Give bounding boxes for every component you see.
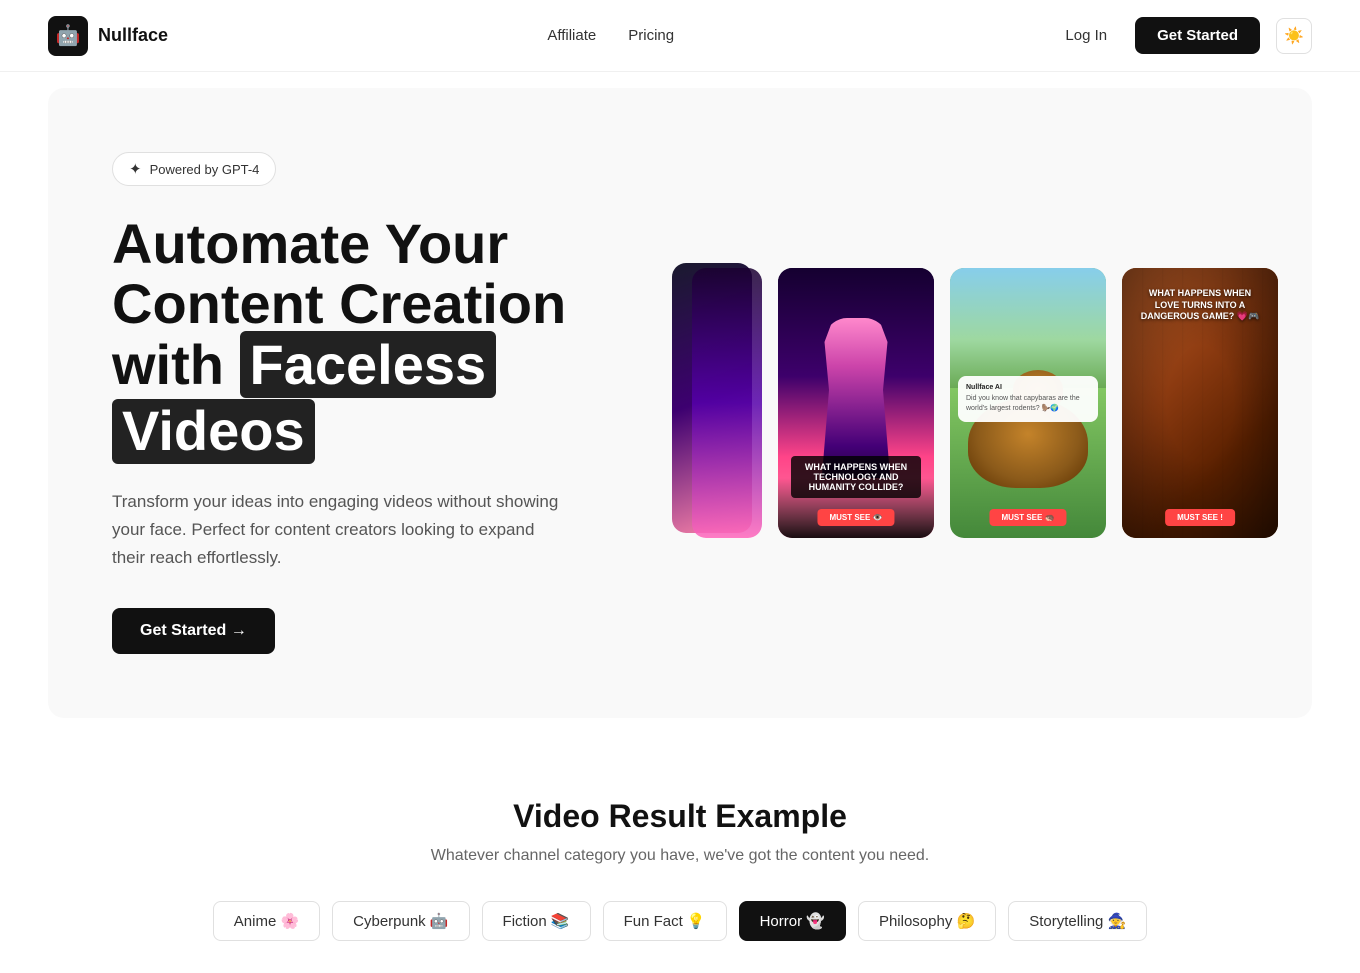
powered-badge: ✦ Powered by GPT-4 xyxy=(112,152,276,186)
tweet-handle: Nullface AI xyxy=(966,384,1090,391)
get-started-nav-button[interactable]: Get Started xyxy=(1135,17,1260,54)
card-cyberpunk-caption: WHAT HAPPENS WHEN TECHNOLOGY AND HUMANIT… xyxy=(791,456,921,498)
navbar: 🤖 Nullface Affiliate Pricing Log In Get … xyxy=(0,0,1360,72)
video-card-romance: WHAT HAPPENS WHEN LOVE TURNS INTO A DANG… xyxy=(1122,268,1278,538)
nav-actions: Log In Get Started ☀️ xyxy=(1053,17,1312,54)
hero-left: ✦ Powered by GPT-4 Automate Your Content… xyxy=(112,152,652,654)
tweet-text: Did you know that capybaras are the worl… xyxy=(966,394,1090,414)
category-tabs: Anime 🌸 Cyberpunk 🤖 Fiction 📚 Fun Fact 💡 Hor… xyxy=(48,901,1312,941)
categories-title: Video Result Example xyxy=(48,798,1312,835)
card-romance-caption: WHAT HAPPENS WHEN LOVE TURNS INTO A DANG… xyxy=(1130,288,1270,323)
hero-video-cards: WHAT HAPPENS WHEN TECHNOLOGY AND HUMANIT… xyxy=(692,263,1278,543)
nav-link-pricing[interactable]: Pricing xyxy=(628,27,674,44)
card-romance-must-see: MUST SEE ! xyxy=(1165,509,1235,526)
hero-title: Automate Your Content Creation with Face… xyxy=(112,214,652,464)
login-button[interactable]: Log In xyxy=(1053,19,1119,52)
category-tab-horror[interactable]: Horror 👻 xyxy=(739,901,846,941)
category-tab-philosophy[interactable]: Philosophy 🤔 xyxy=(858,901,996,941)
category-tab-cyberpunk[interactable]: Cyberpunk 🤖 xyxy=(332,901,469,941)
card-capybara-must-see: MUST SEE 🦔 xyxy=(989,509,1066,526)
video-card-capybara: Nullface AI Did you know that capybaras … xyxy=(950,268,1106,538)
categories-desc: Whatever channel category you have, we'v… xyxy=(48,847,1312,865)
theme-toggle-button[interactable]: ☀️ xyxy=(1276,18,1312,54)
card-tweet: Nullface AI Did you know that capybaras … xyxy=(958,376,1098,422)
card-cyberpunk-must-see: MUST SEE 👁️ xyxy=(817,509,894,526)
hero-cta-button[interactable]: Get Started → xyxy=(112,608,275,654)
category-tab-storytelling[interactable]: Storytelling 🧙 xyxy=(1008,901,1147,941)
hero-title-line4: Videos xyxy=(112,399,315,463)
powered-badge-text: Powered by GPT-4 xyxy=(150,162,260,177)
logo-text: Nullface xyxy=(98,25,168,46)
categories-section: Video Result Example Whatever channel ca… xyxy=(0,734,1360,973)
hero-title-line3-prefix: with xyxy=(112,333,240,396)
nav-link-affiliate[interactable]: Affiliate xyxy=(547,27,596,44)
sun-icon: ☀️ xyxy=(1284,26,1304,46)
hero-description: Transform your ideas into engaging video… xyxy=(112,488,572,572)
category-tab-anime[interactable]: Anime 🌸 xyxy=(213,901,320,941)
category-tab-fun-fact[interactable]: Fun Fact 💡 xyxy=(603,901,727,941)
logo-icon: 🤖 xyxy=(48,16,88,56)
logo[interactable]: 🤖 Nullface xyxy=(48,16,168,56)
gpt-icon: ✦ xyxy=(129,160,142,178)
hero-title-line1: Automate Your xyxy=(112,212,508,275)
partial-card xyxy=(692,268,762,538)
hero-title-line2: Content Creation xyxy=(112,272,566,335)
category-tab-fiction[interactable]: Fiction 📚 xyxy=(482,901,591,941)
video-card-cyberpunk: WHAT HAPPENS WHEN TECHNOLOGY AND HUMANIT… xyxy=(778,268,934,538)
nav-links: Affiliate Pricing xyxy=(547,27,674,44)
hero-section: ✦ Powered by GPT-4 Automate Your Content… xyxy=(48,88,1312,718)
hero-title-faceless: Faceless xyxy=(240,331,497,398)
